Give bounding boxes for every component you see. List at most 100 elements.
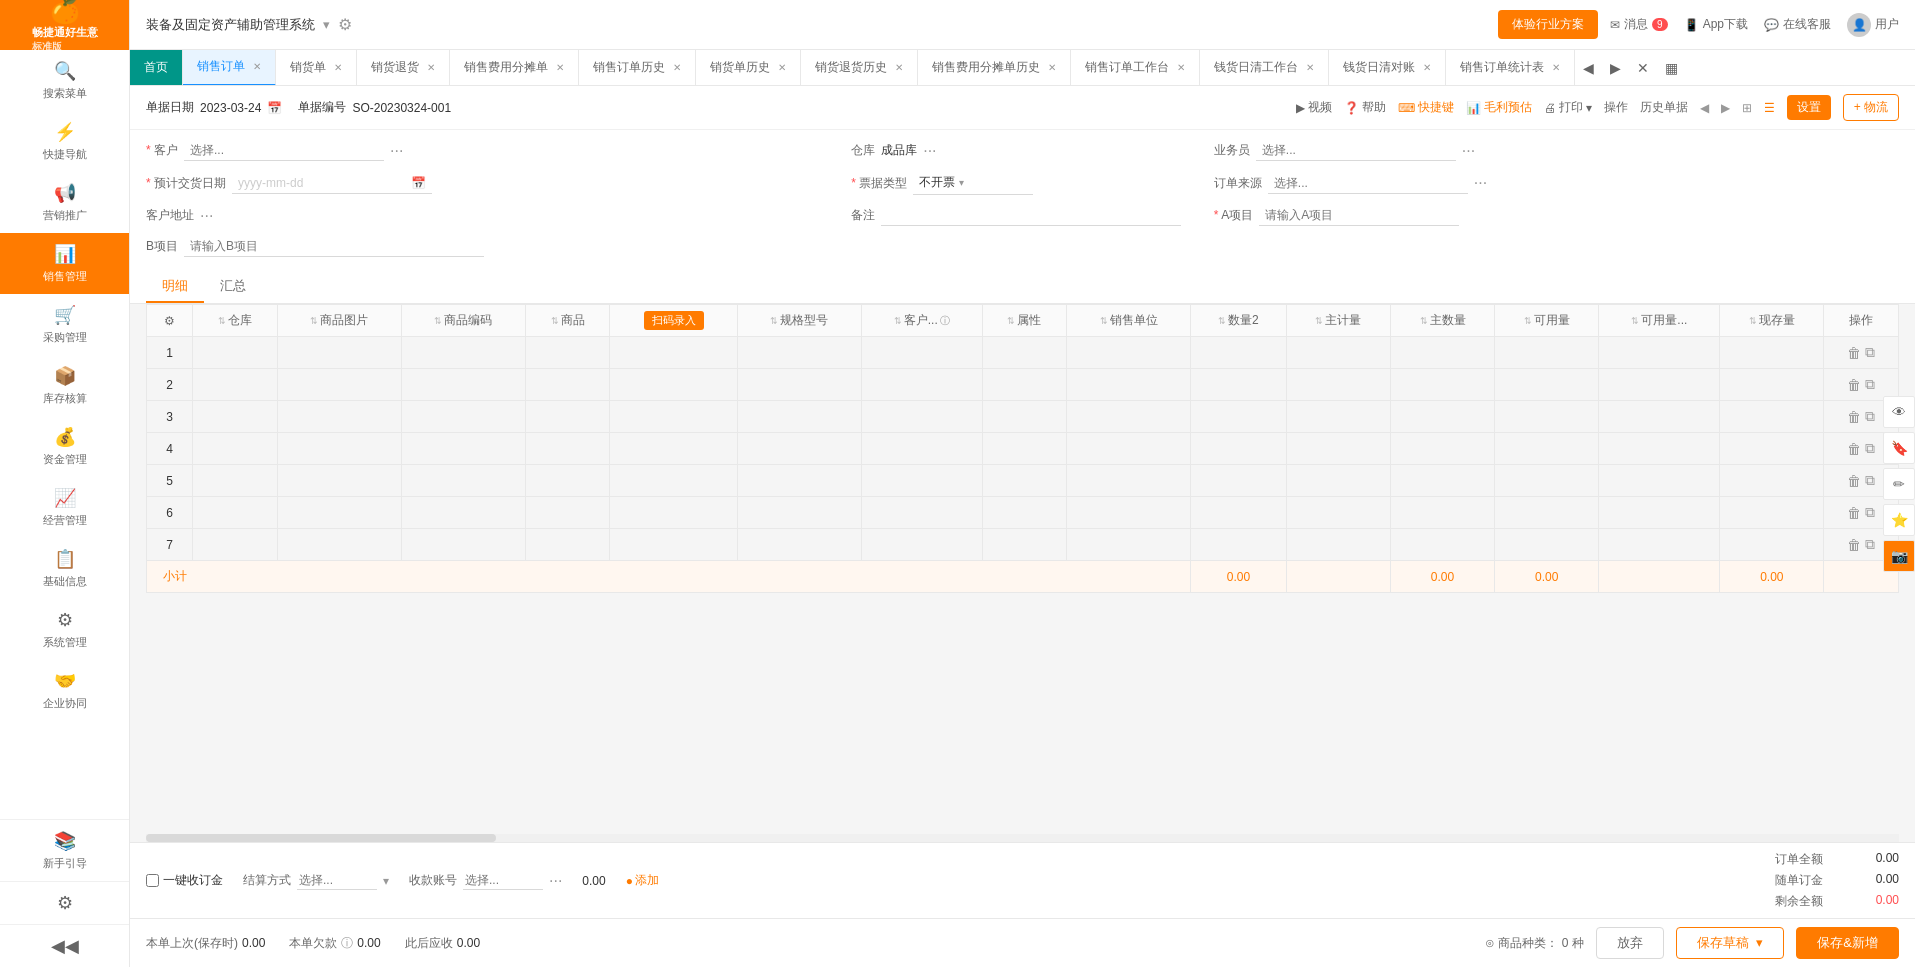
table-cell[interactable] [1495, 337, 1599, 369]
tab-expense-history[interactable]: 销售费用分摊单历史 ✕ [918, 50, 1071, 86]
table-cell[interactable] [1191, 401, 1286, 433]
payment-dropdown-icon[interactable]: ▾ [383, 874, 389, 888]
table-cell[interactable] [1390, 337, 1494, 369]
app-download-link[interactable]: 📱 App下载 [1684, 16, 1748, 33]
table-cell[interactable] [982, 497, 1066, 529]
table-cell[interactable] [1191, 529, 1286, 561]
table-cell[interactable] [1390, 401, 1494, 433]
table-cell[interactable] [1720, 465, 1824, 497]
col-settings[interactable]: ⚙ [147, 305, 193, 337]
sidebar-item-inventory[interactable]: 📦 库存核算 [0, 355, 129, 416]
table-cell[interactable] [1599, 465, 1720, 497]
table-cell[interactable] [1191, 337, 1286, 369]
table-cell[interactable] [1599, 401, 1720, 433]
table-cell[interactable] [1495, 497, 1599, 529]
table-cell[interactable] [277, 369, 401, 401]
sidebar-item-guide[interactable]: 📚 新手引导 [0, 819, 129, 881]
table-cell[interactable] [737, 465, 861, 497]
table-cell[interactable] [861, 401, 982, 433]
address-more-icon[interactable]: ··· [200, 207, 213, 225]
tab-close-icon[interactable]: ✕ [1177, 62, 1185, 73]
table-cell[interactable] [277, 465, 401, 497]
table-cell[interactable] [1286, 401, 1390, 433]
table-cell[interactable] [1286, 433, 1390, 465]
table-cell[interactable] [610, 529, 737, 561]
nav-prev-icon[interactable]: ◀ [1700, 101, 1709, 115]
table-cell[interactable] [525, 465, 609, 497]
nav-next-icon[interactable]: ▶ [1721, 101, 1730, 115]
table-cell[interactable] [1495, 401, 1599, 433]
table-cell[interactable] [1599, 337, 1720, 369]
table-cell[interactable] [193, 497, 277, 529]
table-cell[interactable] [277, 497, 401, 529]
right-panel-star-btn[interactable]: ⭐ [1883, 504, 1915, 536]
table-cell[interactable] [1495, 369, 1599, 401]
tab-sales-order[interactable]: 销售订单 ✕ [183, 50, 276, 86]
table-cell[interactable] [1191, 465, 1286, 497]
account-input[interactable] [463, 871, 543, 890]
account-more-icon[interactable]: ··· [549, 872, 562, 890]
add-logistics-button[interactable]: + 物流 [1843, 94, 1899, 121]
row-delete-button[interactable]: 🗑 [1847, 376, 1861, 393]
row-copy-button[interactable]: ⧉ [1865, 536, 1875, 553]
online-service-link[interactable]: 💬 在线客服 [1764, 16, 1831, 33]
discard-button[interactable]: 放弃 [1596, 927, 1664, 959]
table-cell[interactable] [1720, 433, 1824, 465]
table-cell[interactable] [1191, 369, 1286, 401]
table-cell[interactable] [1191, 433, 1286, 465]
tab-close-icon[interactable]: ✕ [253, 61, 261, 72]
table-cell[interactable] [1390, 369, 1494, 401]
save-new-button[interactable]: 保存&新增 [1796, 927, 1899, 959]
table-cell[interactable] [1495, 465, 1599, 497]
row-delete-button[interactable]: 🗑 [1847, 536, 1861, 553]
table-cell[interactable] [1495, 529, 1599, 561]
right-panel-view-btn[interactable]: 👁 [1883, 396, 1915, 428]
row-copy-button[interactable]: ⧉ [1865, 440, 1875, 457]
table-cell[interactable] [861, 433, 982, 465]
settings-icon[interactable]: ⚙ [338, 15, 352, 34]
table-cell[interactable] [1720, 401, 1824, 433]
tab-sales-order-history[interactable]: 销售订单历史 ✕ [579, 50, 696, 86]
view-button[interactable]: ▶ 视频 [1296, 99, 1332, 116]
tab-invoice-history[interactable]: 销货单历史 ✕ [696, 50, 801, 86]
sidebar-item-basic-info[interactable]: 📋 基础信息 [0, 538, 129, 599]
table-cell[interactable] [1286, 529, 1390, 561]
table-cell[interactable] [861, 369, 982, 401]
table-cell[interactable] [401, 529, 525, 561]
row-delete-button[interactable]: 🗑 [1847, 408, 1861, 425]
table-cell[interactable] [1286, 497, 1390, 529]
table-cell[interactable] [737, 401, 861, 433]
history-button[interactable]: 历史单据 [1640, 99, 1688, 116]
table-cell[interactable] [1286, 465, 1390, 497]
table-cell[interactable] [737, 337, 861, 369]
table-cell[interactable] [1191, 497, 1286, 529]
table-cell[interactable] [1720, 529, 1824, 561]
tab-close-icon[interactable]: ✕ [1306, 62, 1314, 73]
table-cell[interactable] [277, 401, 401, 433]
draft-dropdown-icon[interactable]: ▾ [1756, 935, 1763, 950]
table-cell[interactable] [861, 337, 982, 369]
table-cell[interactable] [982, 529, 1066, 561]
horizontal-scrollbar[interactable] [146, 834, 1899, 842]
ticket-type-select[interactable]: 不开票 ▾ [913, 171, 1033, 195]
table-cell[interactable] [401, 433, 525, 465]
table-cell[interactable] [982, 401, 1066, 433]
right-panel-bookmark-btn[interactable]: 🔖 [1883, 432, 1915, 464]
table-cell[interactable] [401, 497, 525, 529]
table-cell[interactable] [1495, 433, 1599, 465]
calendar-icon[interactable]: 📅 [267, 101, 282, 115]
table-cell[interactable] [610, 433, 737, 465]
table-cell[interactable] [1067, 497, 1191, 529]
tab-daily-reconcile[interactable]: 钱货日清对账 ✕ [1329, 50, 1446, 86]
tab-order-stats[interactable]: 销售订单统计表 ✕ [1446, 50, 1575, 86]
table-cell[interactable] [610, 401, 737, 433]
table-cell[interactable] [525, 529, 609, 561]
order-source-more-icon[interactable]: ··· [1474, 174, 1487, 192]
delivery-date-input[interactable]: yyyy-mm-dd 📅 [232, 173, 432, 194]
tab-close-icon[interactable]: ✕ [778, 62, 786, 73]
table-cell[interactable] [1286, 337, 1390, 369]
sidebar-item-enterprise[interactable]: 🤝 企业协同 [0, 660, 129, 721]
sidebar-item-operations[interactable]: 📈 经营管理 [0, 477, 129, 538]
date-calendar-icon[interactable]: 📅 [411, 176, 426, 190]
tab-menu-button[interactable]: ▦ [1657, 50, 1686, 86]
